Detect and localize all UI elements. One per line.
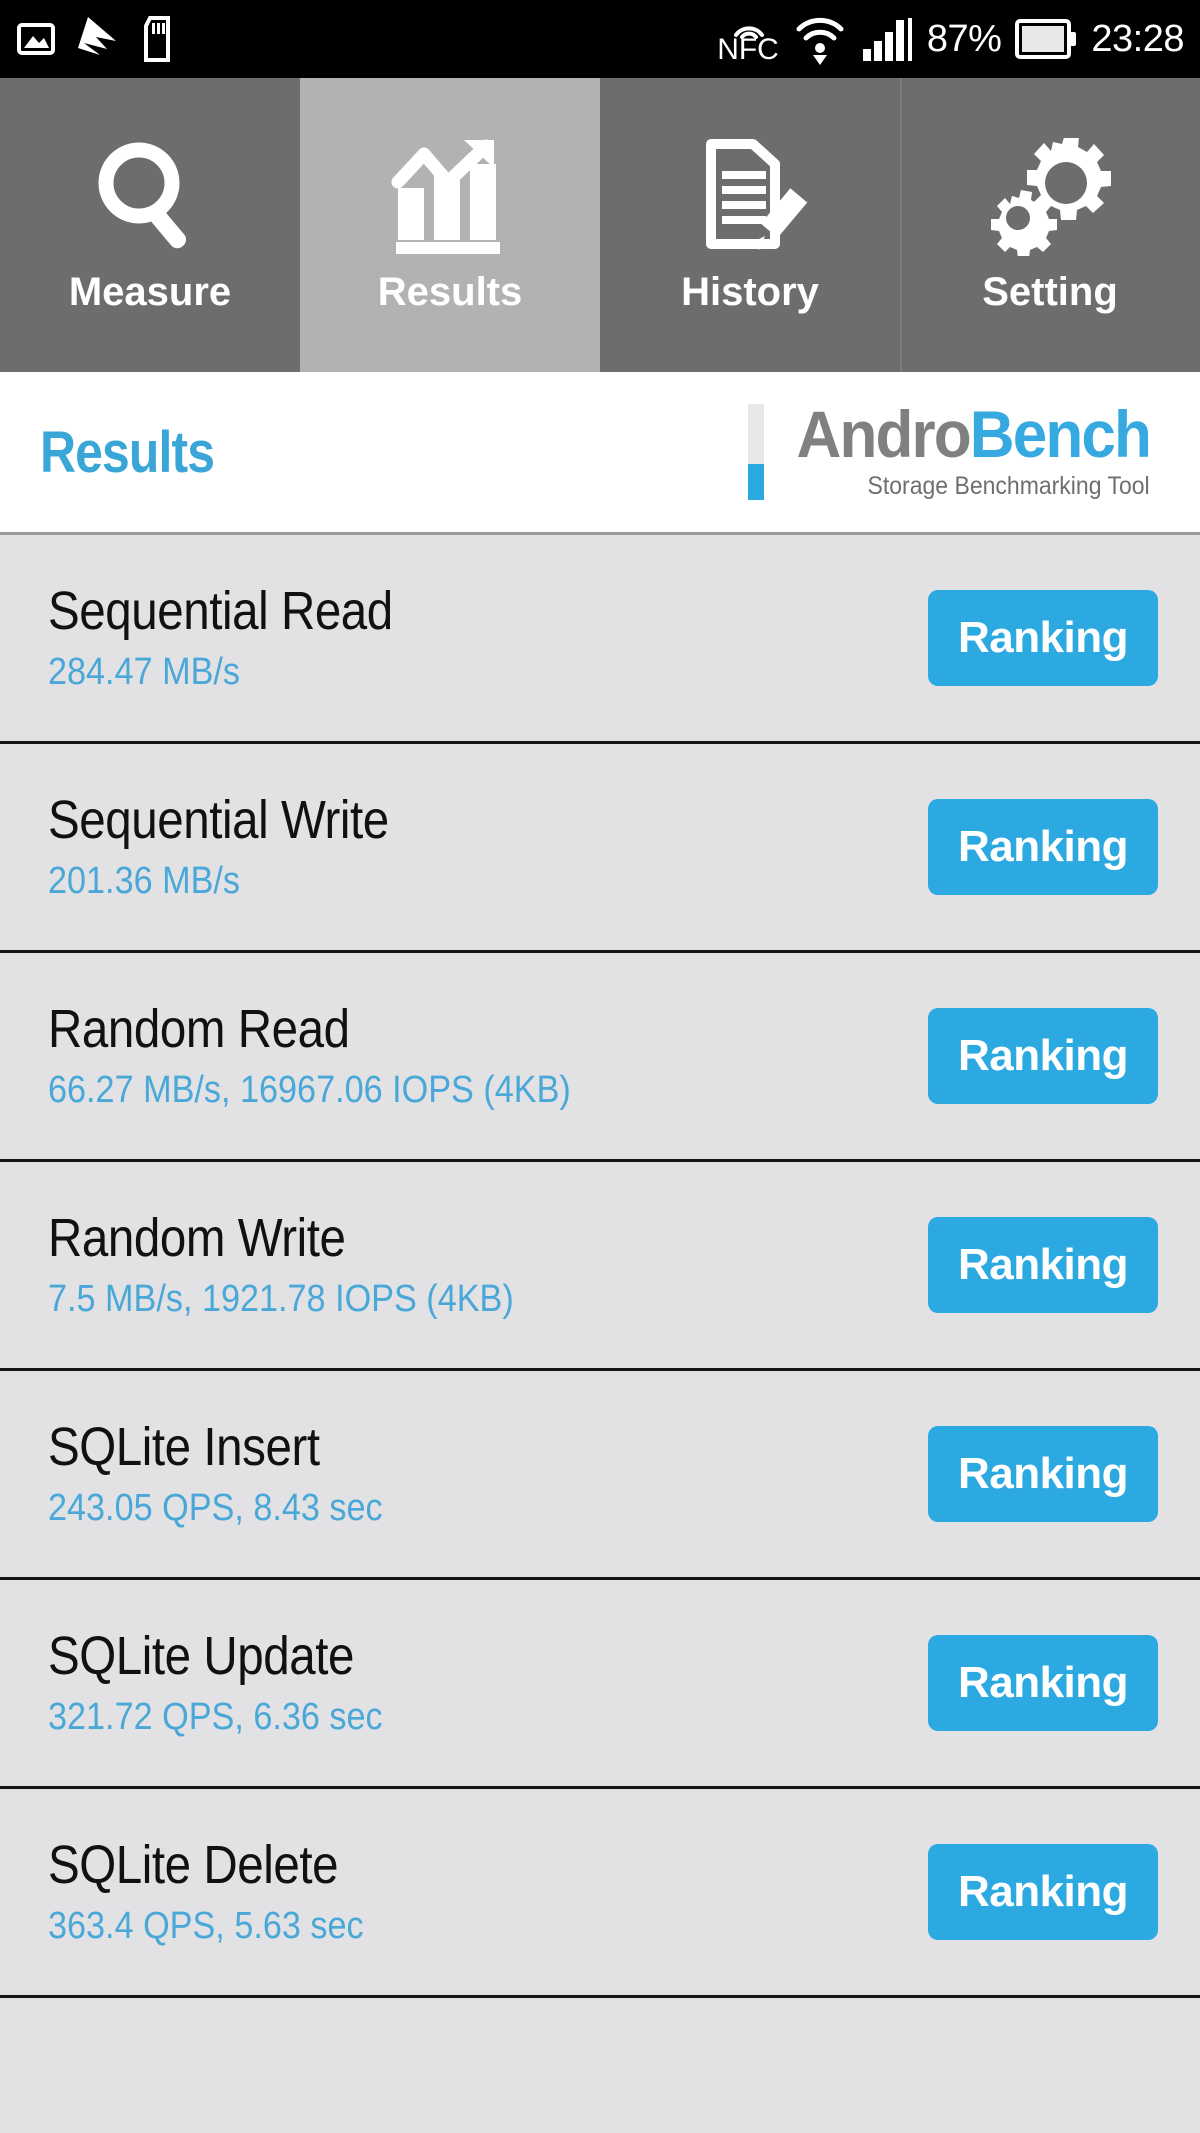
- tab-history[interactable]: History: [600, 78, 900, 372]
- signal-bars-icon: [861, 16, 913, 62]
- benchmark-value: 321.72 QPS, 6.36 sec: [48, 1696, 383, 1739]
- battery-icon: [1015, 17, 1077, 61]
- benchmark-name: Random Read: [48, 998, 350, 1059]
- androbench-logo: AndroBench Storage Benchmarking Tool: [747, 401, 1160, 501]
- benchmark-name: SQLite Delete: [48, 1834, 339, 1895]
- status-bar-left-icons: [16, 15, 174, 63]
- logo-bar-bottom: [747, 463, 764, 501]
- bar-chart-trend-icon: [390, 136, 510, 256]
- benchmark-value: 284.47 MB/s: [48, 651, 241, 694]
- row-text-block: Random Write 7.5 MB/s, 1921.78 IOPS (4KB…: [48, 1209, 928, 1321]
- document-pencil-icon: [691, 136, 809, 256]
- tab-results-label: Results: [377, 269, 523, 314]
- nfc-icon: NFC: [717, 13, 779, 65]
- results-list: Sequential Read 284.47 MB/s Ranking Sequ…: [0, 532, 1200, 2133]
- bird-swoosh-icon: [76, 15, 122, 63]
- page-header: Results AndroBench Storage Benchmarking …: [0, 372, 1200, 532]
- logo-word-andro: Andro: [796, 397, 972, 472]
- table-row[interactable]: Random Read 66.27 MB/s, 16967.06 IOPS (4…: [0, 950, 1200, 1159]
- row-text-block: SQLite Insert 243.05 QPS, 8.43 sec: [48, 1418, 928, 1530]
- tab-history-label: History: [681, 269, 819, 314]
- benchmark-name: SQLite Insert: [48, 1416, 320, 1477]
- image-icon: [16, 17, 56, 61]
- main-tab-bar: Measure Results History Setting: [0, 78, 1200, 372]
- logo-wordmark: AndroBench: [797, 401, 1152, 467]
- tab-setting[interactable]: Setting: [900, 78, 1200, 372]
- row-text-block: Sequential Write 201.36 MB/s: [48, 791, 928, 903]
- benchmark-name: SQLite Update: [48, 1625, 354, 1686]
- magnifier-icon: [91, 136, 209, 256]
- benchmark-value: 66.27 MB/s, 16967.06 IOPS (4KB): [48, 1069, 571, 1112]
- benchmark-value: 243.05 QPS, 8.43 sec: [48, 1487, 383, 1530]
- clock-label: 23:28: [1091, 18, 1184, 60]
- benchmark-name: Sequential Read: [48, 580, 393, 641]
- tab-measure-label: Measure: [68, 269, 232, 314]
- table-row[interactable]: SQLite Update 321.72 QPS, 6.36 sec Ranki…: [0, 1577, 1200, 1786]
- ranking-button[interactable]: Ranking: [928, 1217, 1158, 1313]
- logo-text-block: AndroBench Storage Benchmarking Tool: [774, 401, 1152, 501]
- nfc-label: NFC: [717, 33, 779, 66]
- table-row[interactable]: Sequential Read 284.47 MB/s Ranking: [0, 532, 1200, 741]
- benchmark-value: 201.36 MB/s: [48, 860, 241, 903]
- page-title: Results: [40, 419, 215, 485]
- ranking-button[interactable]: Ranking: [928, 1008, 1158, 1104]
- wifi-icon: [793, 13, 847, 65]
- list-empty-space: [0, 1995, 1200, 2133]
- ranking-button[interactable]: Ranking: [928, 799, 1158, 895]
- ranking-button[interactable]: Ranking: [928, 590, 1158, 686]
- battery-percent-label: 87%: [926, 18, 1002, 60]
- ranking-button[interactable]: Ranking: [928, 1426, 1158, 1522]
- logo-accent-bar: [747, 404, 764, 501]
- table-row[interactable]: SQLite Insert 243.05 QPS, 8.43 sec Ranki…: [0, 1368, 1200, 1577]
- table-row[interactable]: SQLite Delete 363.4 QPS, 5.63 sec Rankin…: [0, 1786, 1200, 1995]
- table-row[interactable]: Random Write 7.5 MB/s, 1921.78 IOPS (4KB…: [0, 1159, 1200, 1368]
- logo-tagline: Storage Benchmarking Tool: [867, 471, 1150, 500]
- android-status-bar: NFC 87% 23:28: [0, 0, 1200, 78]
- row-text-block: SQLite Update 321.72 QPS, 6.36 sec: [48, 1627, 928, 1739]
- tab-setting-label: Setting: [982, 269, 1118, 314]
- row-text-block: Sequential Read 284.47 MB/s: [48, 582, 928, 694]
- row-text-block: SQLite Delete 363.4 QPS, 5.63 sec: [48, 1836, 928, 1948]
- androbench-app-screen: NFC 87% 23:28 Measure Results History Se…: [0, 0, 1200, 2133]
- tab-results[interactable]: Results: [300, 78, 600, 372]
- gears-icon: [987, 136, 1113, 256]
- row-text-block: Random Read 66.27 MB/s, 16967.06 IOPS (4…: [48, 1000, 928, 1112]
- benchmark-name: Sequential Write: [48, 789, 389, 850]
- tab-measure[interactable]: Measure: [0, 78, 300, 372]
- table-row[interactable]: Sequential Write 201.36 MB/s Ranking: [0, 741, 1200, 950]
- logo-bar-top: [747, 404, 764, 464]
- benchmark-value: 363.4 QPS, 5.63 sec: [48, 1905, 364, 1948]
- benchmark-name: Random Write: [48, 1207, 346, 1268]
- ranking-button[interactable]: Ranking: [928, 1844, 1158, 1940]
- status-bar-right-icons: NFC 87% 23:28: [717, 13, 1184, 65]
- ranking-button[interactable]: Ranking: [928, 1635, 1158, 1731]
- benchmark-value: 7.5 MB/s, 1921.78 IOPS (4KB): [48, 1278, 514, 1321]
- sd-card-icon: [142, 16, 174, 62]
- logo-word-bench: Bench: [969, 397, 1152, 472]
